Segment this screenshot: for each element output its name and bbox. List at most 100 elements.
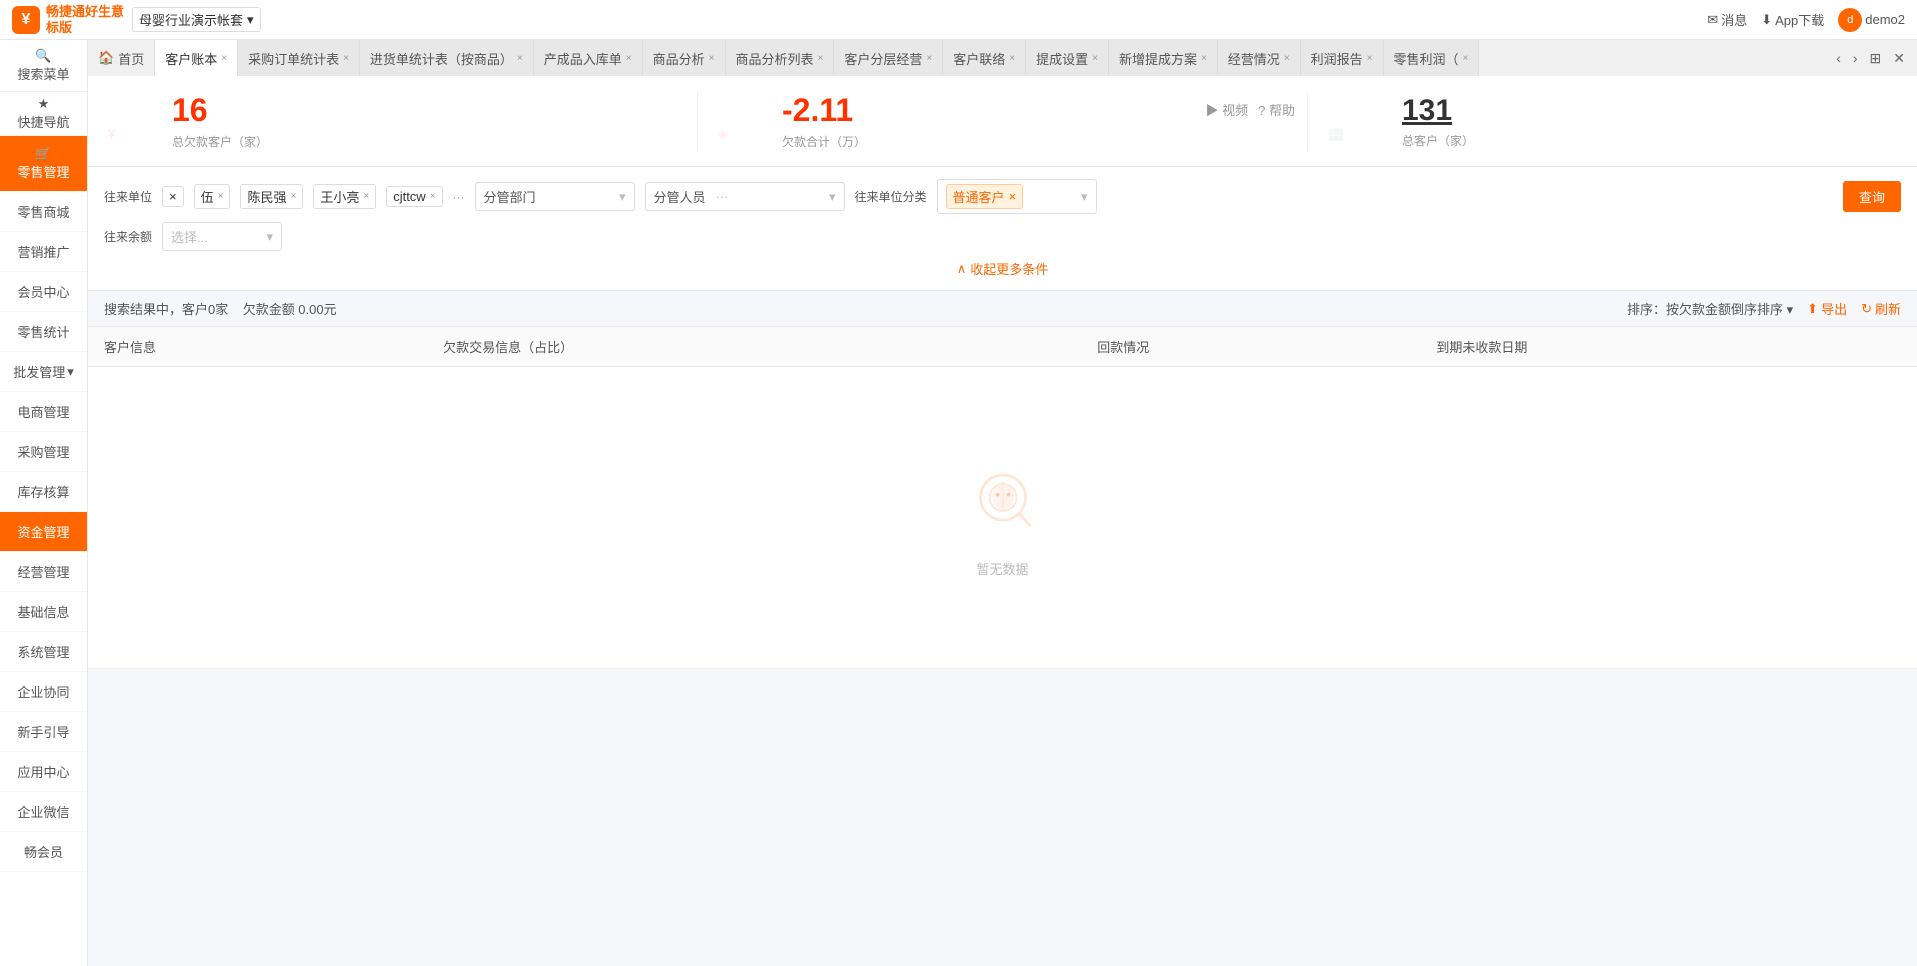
tab-home[interactable]: 🏠 首页	[88, 40, 155, 76]
tab-product-analysis-list[interactable]: 商品分析列表 ×	[726, 40, 835, 76]
tab-close-product-analysis[interactable]: ×	[709, 53, 715, 64]
video-btn[interactable]: ▶ 视频	[1205, 100, 1248, 119]
tab-close-product-inbound[interactable]: ×	[626, 53, 632, 64]
chevron-down-icon: ▾	[67, 364, 74, 380]
ctype-tag-close[interactable]: ×	[1009, 189, 1017, 204]
tab-close-customer-segment[interactable]: ×	[926, 53, 932, 64]
message-btn[interactable]: ✉ 消息	[1707, 10, 1747, 29]
total-customers-value: 16	[172, 92, 268, 129]
stat-debt-total: ◈ -2.11 欠款合计（万） ▶ 视频 ? 帮助	[698, 92, 1308, 150]
sidebar-search[interactable]: 🔍 搜索菜单	[0, 40, 87, 92]
stats-row: ¥ 16 总欠款客户（家） ◈ -2.11 欠款合计（万）	[88, 76, 1917, 167]
stat-total-customers: ¥ 16 总欠款客户（家）	[88, 92, 698, 150]
tab-prev-btn[interactable]: ‹	[1832, 48, 1845, 68]
logo-area: ¥ 畅捷通好生意 标版	[12, 4, 124, 35]
tab-inventory-stats[interactable]: 进货单统计表（按商品） ×	[360, 40, 534, 76]
refresh-btn[interactable]: ↻ 刷新	[1861, 299, 1901, 318]
tab-close-customer-contact[interactable]: ×	[1009, 53, 1015, 64]
logo-text: 畅捷通好生意 标版	[46, 4, 124, 35]
tab-customer-book[interactable]: 客户账本 ×	[155, 40, 238, 76]
message-icon: ✉	[1707, 12, 1718, 28]
sidebar-item-system[interactable]: 系统管理	[0, 632, 87, 672]
sidebar-item-capital[interactable]: 资金管理	[0, 512, 87, 552]
tab-product-analysis[interactable]: 商品分析 ×	[643, 40, 726, 76]
collapse-filter-btn[interactable]: ∧ 收起更多条件	[957, 259, 1049, 278]
empty-text: 暂无数据	[976, 559, 1028, 578]
tab-close-profit-report[interactable]: ×	[1367, 53, 1373, 64]
tab-close-all-btn[interactable]: ✕	[1889, 48, 1909, 69]
sidebar-item-new-guide[interactable]: 新手引导	[0, 712, 87, 752]
sidebar-item-retail-mall[interactable]: 零售商城	[0, 192, 87, 232]
sidebar-item-vip[interactable]: 畅会员	[0, 832, 87, 872]
export-icon: ⬆	[1807, 301, 1818, 317]
download-icon: ⬇	[1761, 12, 1772, 28]
tab-close-product-analysis-list[interactable]: ×	[818, 53, 824, 64]
tab-ops-situation[interactable]: 经营情况 ×	[1218, 40, 1301, 76]
sidebar-item-ops[interactable]: 经营管理	[0, 552, 87, 592]
sidebar-item-app-center[interactable]: 应用中心	[0, 752, 87, 792]
logo-icon: ¥	[12, 6, 40, 34]
tab-customer-segment[interactable]: 客户分层经营 ×	[834, 40, 943, 76]
sidebar-item-enterprise-collab[interactable]: 企业协同	[0, 672, 87, 712]
sidebar-item-marketing[interactable]: 营销推广	[0, 232, 87, 272]
sidebar-item-ecommerce[interactable]: 电商管理	[0, 392, 87, 432]
tag-close-chen[interactable]: ×	[290, 191, 296, 202]
content-area: 🏠 首页 客户账本 × 采购订单统计表 × 进货单统计表（按商品） × 产成品入…	[88, 40, 1917, 966]
stat-actions: ▶ 视频 ? 帮助	[1205, 100, 1295, 119]
col-customer-info: 客户信息	[88, 327, 427, 367]
search-icon: 🔍	[35, 48, 51, 63]
sidebar-item-purchase[interactable]: 采购管理	[0, 432, 87, 472]
stat-all-customers: 🏢 131 总客户（家）	[1308, 92, 1917, 150]
sidebar: 🔍 搜索菜单 ★ 快捷导航 🛒 零售管理 零售商城 营销推广 会员中心 零售统计…	[0, 40, 88, 966]
filter-more-tags[interactable]: ···	[453, 190, 465, 204]
tab-close-customer-book[interactable]: ×	[221, 53, 227, 64]
debt-total-value: -2.11	[782, 92, 866, 129]
tag-close-cjttcw[interactable]: ×	[430, 191, 436, 202]
sort-arrow-icon: ▾	[1787, 302, 1794, 317]
export-btn[interactable]: ⬆ 导出	[1807, 299, 1847, 318]
tab-profit-report[interactable]: 利润报告 ×	[1301, 40, 1384, 76]
top-bar: ¥ 畅捷通好生意 标版 母婴行业演示帐套 ▾ ✉ 消息 ⬇ App下载 d de…	[0, 0, 1917, 40]
sidebar-quick-nav[interactable]: ★ 快捷导航	[0, 92, 87, 136]
top-bar-left: ¥ 畅捷通好生意 标版 母婴行业演示帐套 ▾	[12, 4, 261, 35]
account-selector[interactable]: 母婴行业演示帐套 ▾	[132, 7, 261, 32]
person-select[interactable]: 分管人员 ··· ▾	[645, 182, 845, 211]
star-icon: ★	[38, 96, 50, 111]
tag-close-wang[interactable]: ×	[363, 191, 369, 202]
tab-close-inventory-stats[interactable]: ×	[517, 53, 523, 64]
sidebar-item-enterprise-wechat[interactable]: 企业微信	[0, 792, 87, 832]
tab-new-reminder[interactable]: 新增提成方案 ×	[1109, 40, 1218, 76]
unit-type-select[interactable]: 普通客户 × ▾	[937, 179, 1097, 214]
filter-tag-chen: 陈民强 ×	[240, 184, 303, 209]
page-content: ¥ 16 总欠款客户（家） ◈ -2.11 欠款合计（万）	[88, 76, 1917, 966]
filter-tag-wu: 伍 ×	[194, 184, 231, 209]
sidebar-item-wholesale-mgmt[interactable]: 批发管理 ▾	[0, 352, 87, 392]
tab-customer-contact[interactable]: 客户联络 ×	[943, 40, 1026, 76]
balance-arrow-icon: ▾	[266, 229, 273, 245]
sidebar-item-retail-mgmt[interactable]: 🛒 零售管理	[0, 136, 87, 192]
sidebar-item-basic-info[interactable]: 基础信息	[0, 592, 87, 632]
tab-close-retail-profit[interactable]: ×	[1463, 53, 1469, 64]
tab-next-btn[interactable]: ›	[1849, 48, 1862, 68]
tag-close-wu[interactable]: ×	[218, 191, 224, 202]
tab-retail-profit[interactable]: 零售利润（ ×	[1384, 40, 1480, 76]
help-btn[interactable]: ? 帮助	[1258, 100, 1295, 119]
query-button[interactable]: 查询	[1843, 181, 1901, 212]
sidebar-item-member-center[interactable]: 会员中心	[0, 272, 87, 312]
user-area[interactable]: d demo2	[1838, 8, 1905, 32]
total-customers-label: 总欠款客户（家）	[172, 133, 268, 150]
tab-close-new-reminder[interactable]: ×	[1201, 53, 1207, 64]
tab-close-ops-situation[interactable]: ×	[1284, 53, 1290, 64]
tab-reminder-settings[interactable]: 提成设置 ×	[1026, 40, 1109, 76]
filter-tag-wang: 王小亮 ×	[313, 184, 376, 209]
tab-purchase-order-stats[interactable]: 采购订单统计表 ×	[238, 40, 360, 76]
tab-product-inbound[interactable]: 产成品入库单 ×	[534, 40, 643, 76]
dept-select[interactable]: 分管部门 ▾	[475, 182, 635, 211]
tab-close-purchase-order-stats[interactable]: ×	[343, 53, 349, 64]
balance-select[interactable]: 选择... ▾	[162, 222, 282, 251]
tab-close-reminder-settings[interactable]: ×	[1092, 53, 1098, 64]
app-download-btn[interactable]: ⬇ App下载	[1761, 10, 1824, 29]
sidebar-item-inventory[interactable]: 库存核算	[0, 472, 87, 512]
sidebar-item-retail-stats[interactable]: 零售统计	[0, 312, 87, 352]
tab-expand-btn[interactable]: ⊞	[1866, 48, 1886, 69]
